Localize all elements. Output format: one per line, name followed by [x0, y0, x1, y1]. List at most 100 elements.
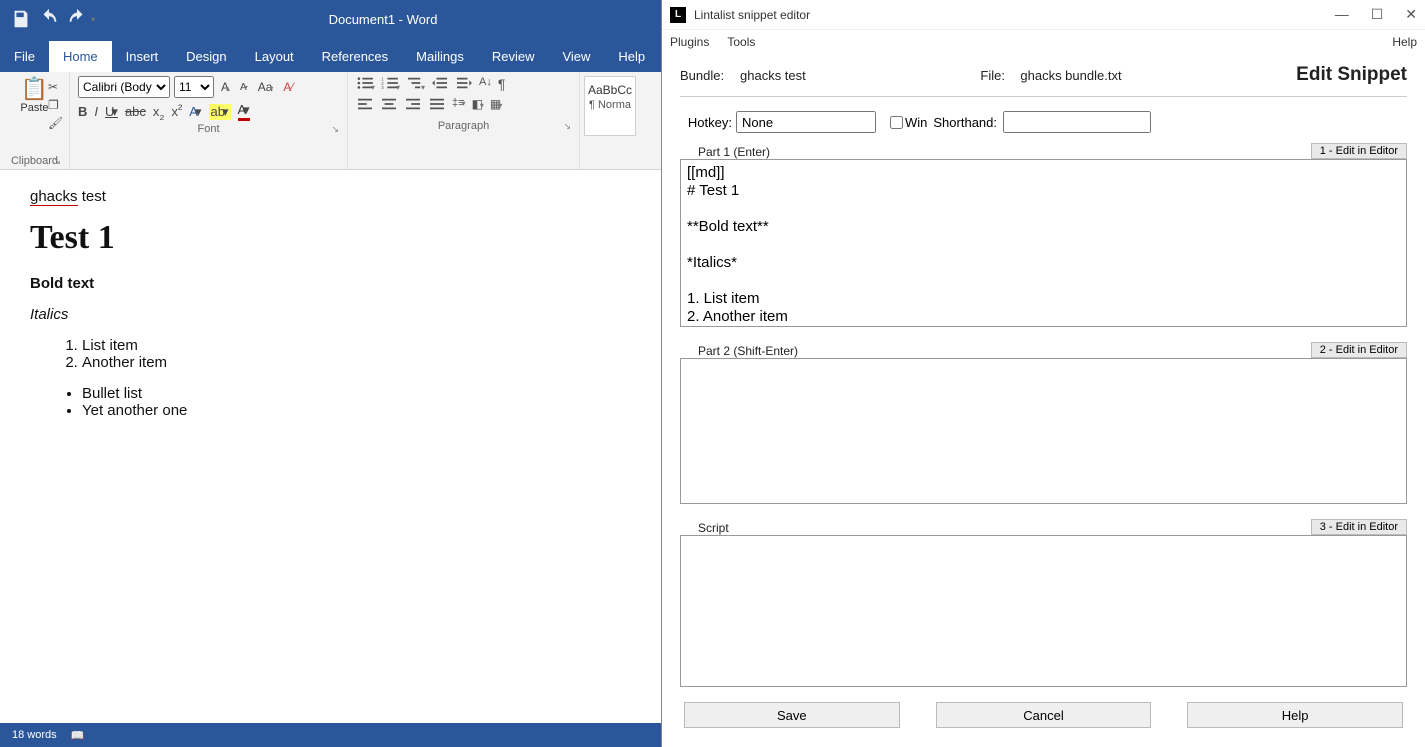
- cut-icon[interactable]: ✂: [48, 80, 63, 94]
- multilevel-list-button[interactable]: ▾: [406, 76, 425, 93]
- redo-icon[interactable]: [66, 8, 88, 30]
- lintalist-window: L Lintalist snippet editor — ☐ ✕ Plugins…: [661, 0, 1425, 747]
- svg-text:3: 3: [381, 85, 384, 90]
- numbering-button[interactable]: 123▾: [381, 76, 400, 93]
- edit-snippet-heading: Edit Snippet: [1296, 64, 1407, 86]
- shading-button[interactable]: ◧▾: [472, 97, 484, 114]
- save-icon[interactable]: [10, 8, 32, 30]
- tab-insert[interactable]: Insert: [112, 41, 173, 72]
- align-center-button[interactable]: [380, 97, 398, 114]
- win-checkbox[interactable]: Win: [890, 115, 927, 130]
- qat-dropdown-icon[interactable]: ▾: [91, 15, 95, 24]
- decrease-indent-button[interactable]: [431, 76, 449, 93]
- win-checkbox-input[interactable]: [890, 116, 903, 129]
- change-case-icon[interactable]: Aa▾: [255, 79, 277, 95]
- clipboard-icon: 📋: [20, 76, 48, 102]
- doc-ordered-list: List item Another item: [82, 337, 631, 371]
- highlight-button[interactable]: ab▾: [209, 104, 231, 120]
- tab-file[interactable]: File: [0, 41, 49, 72]
- list-item: Bullet list: [82, 385, 631, 402]
- file-value: ghacks bundle.txt: [1020, 68, 1121, 83]
- sort-button[interactable]: A↓: [479, 76, 492, 93]
- font-group-label: Font: [197, 123, 219, 135]
- justify-button[interactable]: [428, 97, 446, 114]
- italic-button[interactable]: I: [94, 104, 98, 119]
- increase-indent-button[interactable]: [455, 76, 473, 93]
- tab-help[interactable]: Help: [604, 41, 659, 72]
- script-textarea[interactable]: [680, 535, 1407, 687]
- menu-plugins[interactable]: Plugins: [670, 35, 709, 49]
- lintalist-menubar: Plugins Tools Help: [662, 30, 1425, 54]
- font-launcher-icon[interactable]: ↘: [331, 124, 339, 135]
- part2-label: Part 2 (Shift-Enter): [698, 344, 798, 358]
- word-titlebar: ▾ Document1 - Word: [0, 0, 661, 38]
- clipboard-launcher-icon[interactable]: ↘: [53, 156, 61, 167]
- part1-textarea[interactable]: [[md]] # Test 1 **Bold text** *Italics* …: [680, 159, 1407, 327]
- tab-review[interactable]: Review: [478, 41, 549, 72]
- format-painter-icon[interactable]: 🖌: [48, 116, 63, 130]
- word-ribbon: 📋 Paste ✂ ❐ 🖌 Clipboard↘ Calibri (Body 1…: [0, 72, 661, 170]
- tab-mailings[interactable]: Mailings: [402, 41, 478, 72]
- part1-edit-button[interactable]: 1 - Edit in Editor: [1311, 143, 1407, 159]
- word-document-area[interactable]: ghacks test Test 1 Bold text Italics Lis…: [0, 170, 661, 723]
- cancel-button[interactable]: Cancel: [936, 702, 1152, 728]
- word-status-bar: 18 words 📖: [0, 723, 661, 747]
- word-window: ▾ Document1 - Word File Home Insert Desi…: [0, 0, 661, 747]
- shrink-font-icon[interactable]: A▾: [237, 81, 251, 94]
- minimize-icon[interactable]: —: [1335, 6, 1349, 23]
- help-button[interactable]: Help: [1187, 702, 1403, 728]
- paragraph-launcher-icon[interactable]: ↘: [563, 121, 571, 132]
- style-normal[interactable]: AaBbCc ¶ Norma: [584, 76, 636, 136]
- doc-bullet-list: Bullet list Yet another one: [82, 385, 631, 419]
- lintalist-logo-icon: L: [670, 7, 686, 23]
- font-size-select[interactable]: 11: [174, 76, 214, 98]
- font-name-select[interactable]: Calibri (Body: [78, 76, 170, 98]
- part1-label: Part 1 (Enter): [698, 145, 770, 159]
- bold-button[interactable]: B: [78, 104, 87, 119]
- copy-icon[interactable]: ❐: [48, 98, 63, 112]
- list-item: Yet another one: [82, 402, 631, 419]
- tab-view[interactable]: View: [548, 41, 604, 72]
- tab-references[interactable]: References: [308, 41, 402, 72]
- tab-design[interactable]: Design: [172, 41, 240, 72]
- strikethrough-button[interactable]: abc: [125, 104, 146, 119]
- paragraph-group-label: Paragraph: [438, 120, 489, 132]
- maximize-icon[interactable]: ☐: [1371, 6, 1384, 23]
- clear-formatting-icon[interactable]: A⁄: [280, 79, 296, 95]
- doc-line-ghacks: ghacks test: [30, 188, 631, 205]
- borders-button[interactable]: ▦▾: [490, 97, 502, 114]
- line-spacing-button[interactable]: ‡≡▾: [452, 97, 466, 114]
- superscript-button[interactable]: x²: [171, 104, 182, 119]
- lintalist-titlebar: L Lintalist snippet editor — ☐ ✕: [662, 0, 1425, 30]
- bundle-label: Bundle:: [680, 68, 740, 83]
- status-word-count[interactable]: 18 words: [12, 729, 57, 741]
- paste-button[interactable]: 📋 Paste: [20, 76, 48, 114]
- bullets-button[interactable]: ▾: [356, 76, 375, 93]
- tab-layout[interactable]: Layout: [241, 41, 308, 72]
- close-icon[interactable]: ✕: [1405, 6, 1417, 23]
- underline-button[interactable]: U▾: [105, 104, 118, 120]
- menu-help[interactable]: Help: [1392, 35, 1417, 49]
- grow-font-icon[interactable]: A▴: [218, 79, 233, 95]
- shorthand-input[interactable]: [1003, 111, 1151, 133]
- script-edit-button[interactable]: 3 - Edit in Editor: [1311, 519, 1407, 535]
- text-effects-button[interactable]: A▾: [189, 104, 201, 120]
- shorthand-label: Shorthand:: [933, 115, 997, 130]
- save-button[interactable]: Save: [684, 702, 900, 728]
- lintalist-title-text: Lintalist snippet editor: [694, 8, 810, 22]
- list-item: Another item: [82, 354, 631, 371]
- menu-tools[interactable]: Tools: [727, 35, 755, 49]
- show-marks-button[interactable]: ¶: [498, 76, 506, 93]
- undo-icon[interactable]: [38, 8, 60, 30]
- part2-textarea[interactable]: [680, 358, 1407, 504]
- clipboard-group-label: Clipboard: [11, 155, 58, 167]
- status-spellcheck-icon[interactable]: 📖: [71, 729, 85, 742]
- align-right-button[interactable]: [404, 97, 422, 114]
- tab-home[interactable]: Home: [49, 41, 112, 72]
- part2-edit-button[interactable]: 2 - Edit in Editor: [1311, 342, 1407, 358]
- subscript-button[interactable]: x₂: [153, 104, 165, 119]
- script-label: Script: [698, 521, 729, 535]
- font-color-button[interactable]: A▾: [238, 102, 250, 121]
- align-left-button[interactable]: [356, 97, 374, 114]
- hotkey-input[interactable]: [736, 111, 876, 133]
